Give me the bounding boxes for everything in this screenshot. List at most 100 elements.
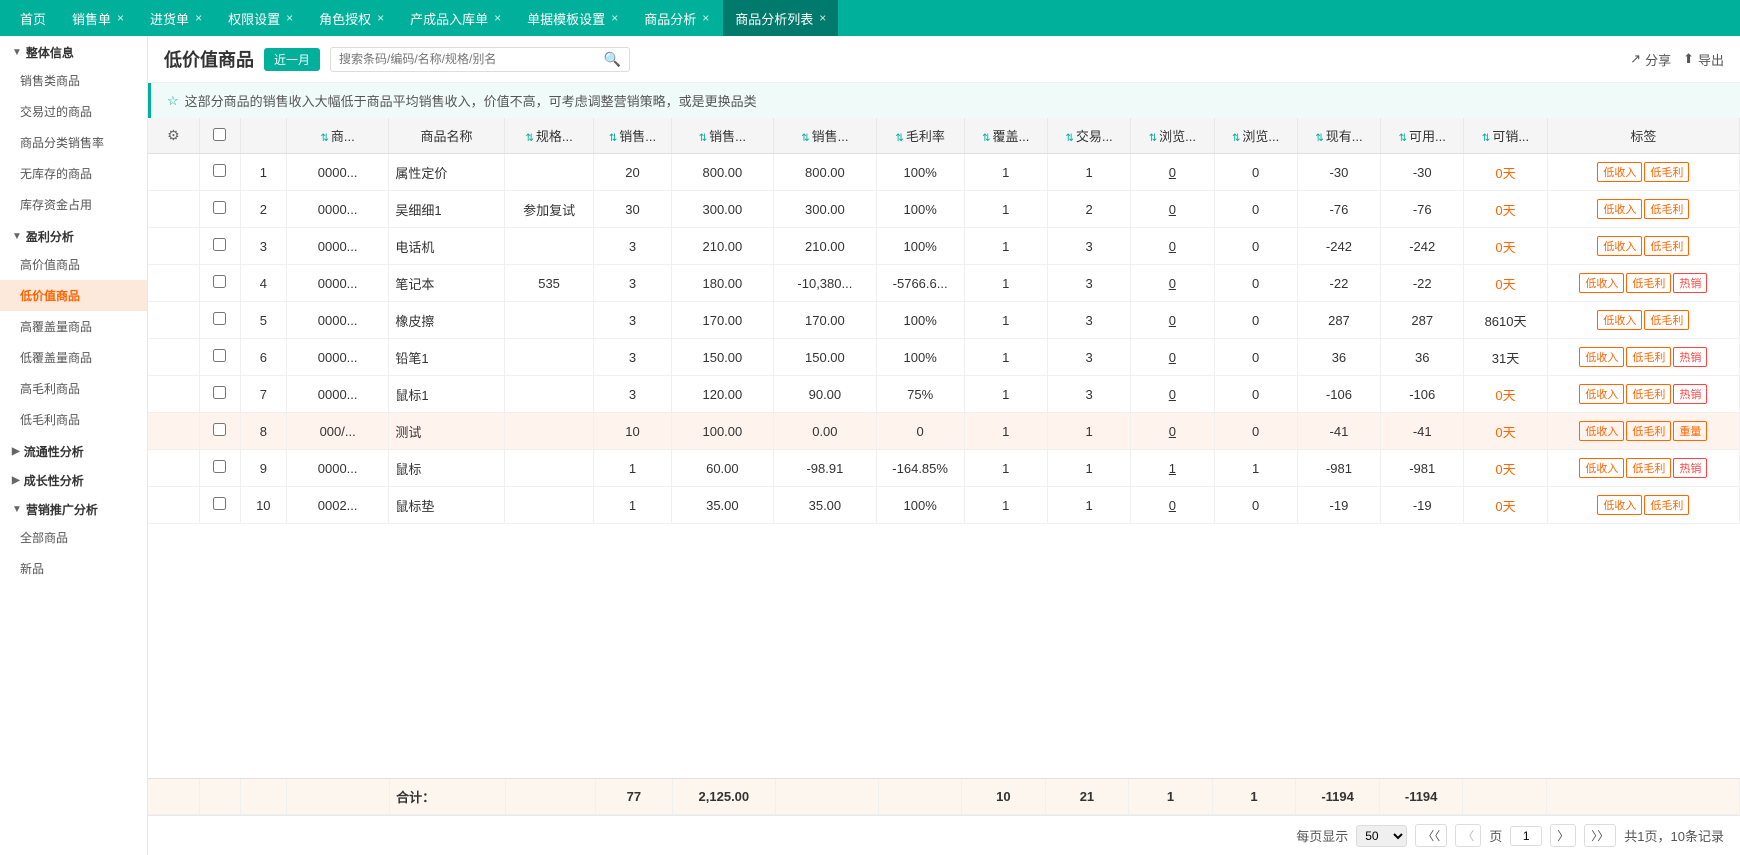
view2-col-header[interactable]: ⇅浏览...	[1214, 118, 1297, 154]
sidebar-item-低毛利商品[interactable]: 低毛利商品	[0, 404, 147, 435]
export-btn[interactable]: ⬆ 导出	[1683, 50, 1724, 69]
nav-close-产成品入库单[interactable]: ×	[494, 11, 501, 25]
row-sale2: 170.00	[774, 302, 877, 339]
row-check[interactable]	[199, 487, 240, 524]
last-page-btn[interactable]: 〉〉	[1584, 824, 1616, 847]
sidebar-item-商品分类销售率[interactable]: 商品分类销售率	[0, 127, 147, 158]
rate-col-header[interactable]: ⇅毛利率	[876, 118, 964, 154]
page-size-select[interactable]: 50 100 200	[1356, 825, 1407, 847]
row-check[interactable]	[199, 413, 240, 450]
sidebar-item-高价值商品[interactable]: 高价值商品	[0, 249, 147, 280]
stock2-col-header[interactable]: ⇅可用...	[1381, 118, 1464, 154]
row-stock2: 36	[1381, 339, 1464, 376]
nav-item-进货单[interactable]: 进货单×	[138, 0, 214, 36]
row-view1[interactable]: 0	[1131, 302, 1214, 339]
sidebar-group-营销推广分析[interactable]: ▼营销推广分析	[0, 493, 147, 522]
first-page-btn[interactable]: 〈〈	[1415, 824, 1447, 847]
sidebar-group-流通性分析[interactable]: ▶流通性分析	[0, 435, 147, 464]
row-checkbox[interactable]	[213, 423, 226, 436]
row-check[interactable]	[199, 191, 240, 228]
next-page-btn[interactable]: 〉	[1550, 824, 1576, 847]
nav-close-权限设置[interactable]: ×	[286, 11, 293, 25]
stock1-col-header[interactable]: ⇅现有...	[1297, 118, 1380, 154]
sidebar-item-高覆盖量商品[interactable]: 高覆盖量商品	[0, 311, 147, 342]
row-check[interactable]	[199, 339, 240, 376]
sidebar-group-成长性分析[interactable]: ▶成长性分析	[0, 464, 147, 493]
settings-col-header[interactable]: ⚙	[148, 118, 199, 154]
row-view1[interactable]: 0	[1131, 339, 1214, 376]
row-view1[interactable]: 0	[1131, 413, 1214, 450]
row-view1[interactable]: 0	[1131, 376, 1214, 413]
page-input[interactable]	[1510, 826, 1542, 846]
settings-icon[interactable]: ⚙	[167, 127, 180, 143]
search-icon[interactable]: 🔍	[604, 51, 621, 68]
sidebar-item-销售类商品[interactable]: 销售类商品	[0, 65, 147, 96]
row-checkbox[interactable]	[213, 275, 226, 288]
sidebar-item-低覆盖量商品[interactable]: 低覆盖量商品	[0, 342, 147, 373]
row-view1[interactable]: 0	[1131, 228, 1214, 265]
row-check[interactable]	[199, 376, 240, 413]
row-view1[interactable]: 0	[1131, 191, 1214, 228]
nav-close-单据模板设置[interactable]: ×	[611, 11, 618, 25]
row-checkbox[interactable]	[213, 238, 226, 251]
check-col-header[interactable]	[199, 118, 240, 154]
sidebar-item-高毛利商品[interactable]: 高毛利商品	[0, 373, 147, 404]
qty-col-header[interactable]: ⇅销售...	[594, 118, 671, 154]
nav-item-销售单[interactable]: 销售单×	[60, 0, 136, 36]
row-code: 0000...	[286, 376, 389, 413]
row-checkbox[interactable]	[213, 497, 226, 510]
sidebar-item-新品[interactable]: 新品	[0, 553, 147, 584]
share-btn[interactable]: ↗ 分享	[1630, 50, 1671, 69]
row-check[interactable]	[199, 154, 240, 191]
nav-close-商品分析列表[interactable]: ×	[819, 11, 826, 25]
cover-col-header[interactable]: ⇅覆盖...	[964, 118, 1047, 154]
nav-close-进货单[interactable]: ×	[195, 11, 202, 25]
code-col-header[interactable]: ⇅商...	[286, 118, 389, 154]
nav-close-商品分析[interactable]: ×	[702, 11, 709, 25]
nav-item-角色授权[interactable]: 角色授权×	[307, 0, 396, 36]
row-checkbox[interactable]	[213, 460, 226, 473]
sidebar-item-交易过的商品[interactable]: 交易过的商品	[0, 96, 147, 127]
filter-btn[interactable]: 近一月	[264, 48, 320, 71]
row-check[interactable]	[199, 228, 240, 265]
nav-item-产成品入库单[interactable]: 产成品入库单×	[398, 0, 513, 36]
row-view1[interactable]: 0	[1131, 265, 1214, 302]
row-view1[interactable]: 1	[1131, 450, 1214, 487]
nav-item-权限设置[interactable]: 权限设置×	[216, 0, 305, 36]
sidebar-item-无库存的商品[interactable]: 无库存的商品	[0, 158, 147, 189]
row-checkbox[interactable]	[213, 386, 226, 399]
sidebar-group-整体信息[interactable]: ▼整体信息	[0, 36, 147, 65]
prev-page-btn[interactable]: 〈	[1455, 824, 1481, 847]
trade-col-header[interactable]: ⇅交易...	[1047, 118, 1130, 154]
view1-col-header[interactable]: ⇅浏览...	[1131, 118, 1214, 154]
table-wrapper[interactable]: ⚙ ⇅商... 商品名称 ⇅规格... ⇅销售... ⇅销售... ⇅销售...…	[148, 118, 1740, 778]
select-all-checkbox[interactable]	[213, 128, 226, 141]
row-check[interactable]	[199, 302, 240, 339]
row-checkbox[interactable]	[213, 349, 226, 362]
nav-close-销售单[interactable]: ×	[117, 11, 124, 25]
row-checkbox[interactable]	[213, 201, 226, 214]
row-check[interactable]	[199, 450, 240, 487]
search-input[interactable]	[339, 52, 604, 66]
row-sale2: 0.00	[774, 413, 877, 450]
sale2-col-header[interactable]: ⇅销售...	[774, 118, 877, 154]
row-trade: 3	[1047, 339, 1130, 376]
sidebar-item-低价值商品[interactable]: 低价值商品	[0, 280, 147, 311]
row-view1[interactable]: 0	[1131, 487, 1214, 524]
sale1-col-header[interactable]: ⇅销售...	[671, 118, 774, 154]
spec-col-header[interactable]: ⇅规格...	[504, 118, 594, 154]
sidebar-group-盈利分析[interactable]: ▼盈利分析	[0, 220, 147, 249]
nav-item-商品分析[interactable]: 商品分析×	[632, 0, 721, 36]
nav-close-角色授权[interactable]: ×	[377, 11, 384, 25]
sidebar-item-全部商品[interactable]: 全部商品	[0, 522, 147, 553]
nav-item-商品分析列表[interactable]: 商品分析列表×	[723, 0, 838, 36]
row-view1[interactable]: 0	[1131, 154, 1214, 191]
sellable-col-header[interactable]: ⇅可销...	[1464, 118, 1547, 154]
row-check[interactable]	[199, 265, 240, 302]
row-checkbox[interactable]	[213, 164, 226, 177]
row-checkbox[interactable]	[213, 312, 226, 325]
row-sale2: -98.91	[774, 450, 877, 487]
sidebar-item-库存资金占用[interactable]: 库存资金占用	[0, 189, 147, 220]
nav-item-首页[interactable]: 首页	[8, 0, 58, 36]
nav-item-单据模板设置[interactable]: 单据模板设置×	[515, 0, 630, 36]
